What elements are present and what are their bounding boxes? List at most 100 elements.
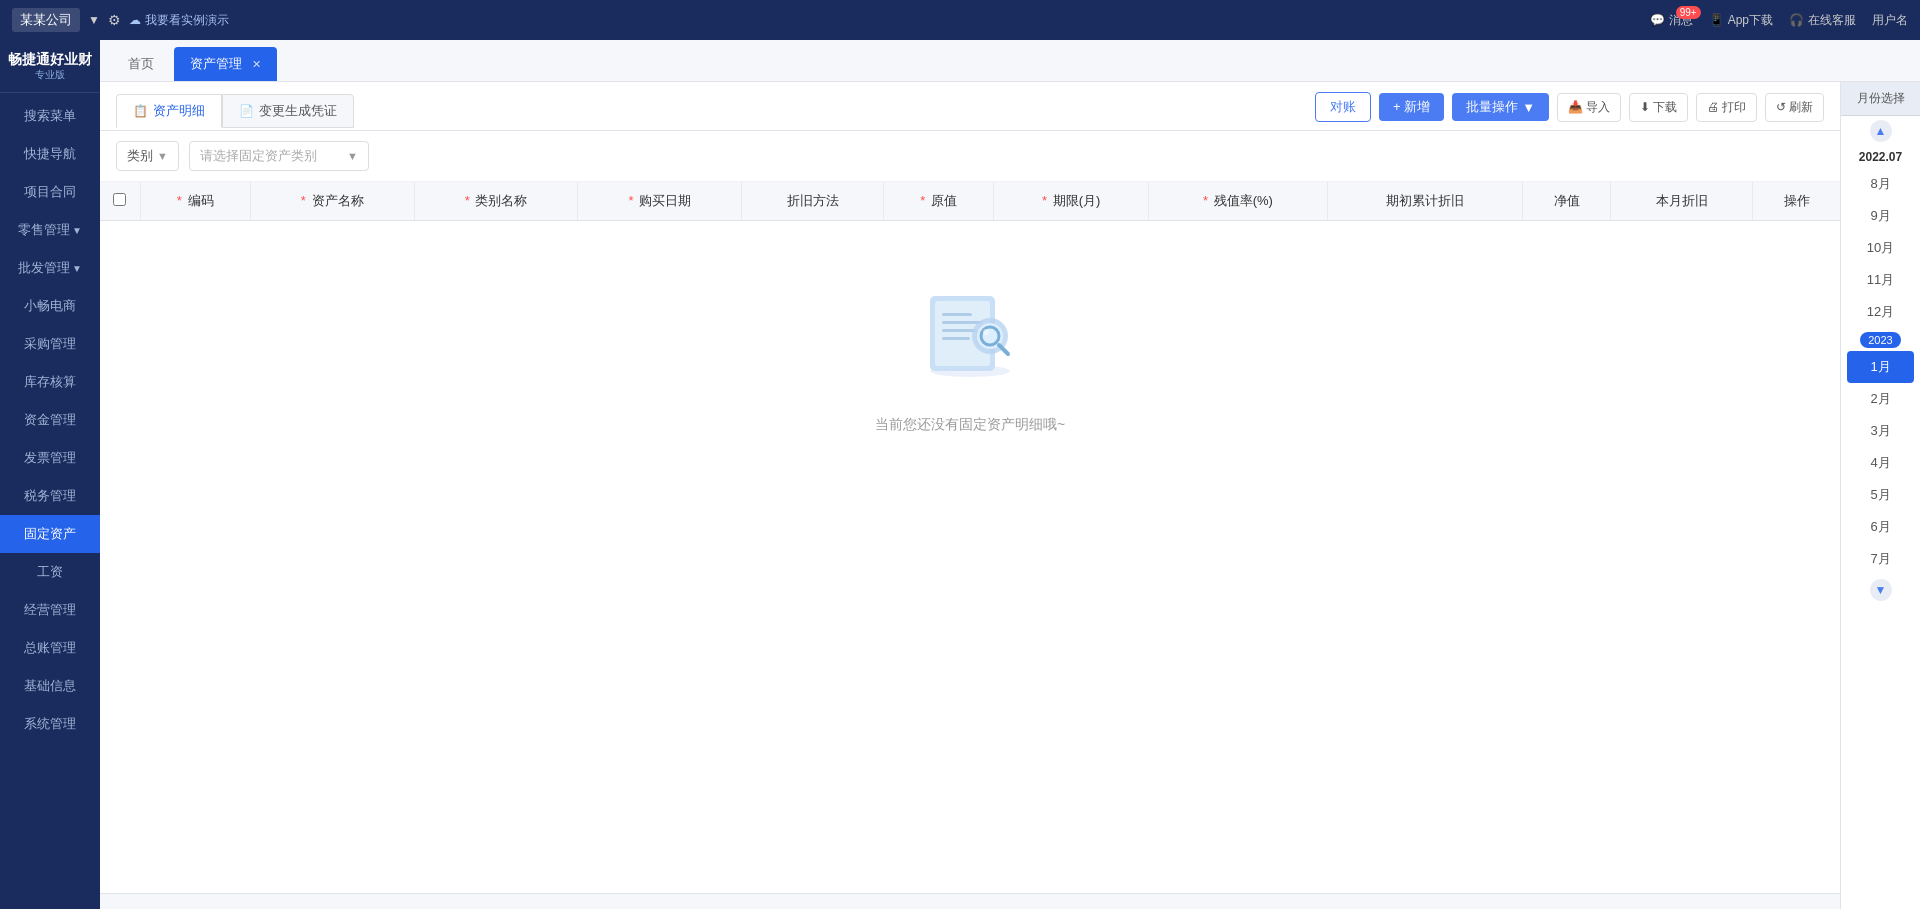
- sidebar-item-salary[interactable]: 工资: [0, 553, 100, 591]
- app-name: 畅捷通好业财: [8, 50, 92, 68]
- th-monthly-label: 本月折旧: [1656, 193, 1708, 208]
- th-purchase-date: * 购买日期: [578, 182, 742, 221]
- user-info[interactable]: 用户名: [1872, 12, 1908, 29]
- th-category-label: 类别名称: [475, 193, 527, 208]
- refresh-icon: ↺: [1776, 100, 1786, 114]
- th-checkbox: [100, 182, 140, 221]
- refresh-button[interactable]: ↺ 刷新: [1765, 93, 1824, 122]
- import-button[interactable]: 📥 导入: [1557, 93, 1621, 122]
- change-voucher-label: 变更生成凭证: [259, 102, 337, 120]
- bottom-bar: [100, 893, 1840, 909]
- category-type-arrow-icon: ▼: [157, 150, 168, 162]
- month-nav-bottom: ▼: [1841, 575, 1920, 605]
- top-bar: 某某公司 ▼ ⚙ ☁ 我要看实例演示 💬 消息 99+ 📱 App下载 🎧 在线…: [0, 0, 1920, 40]
- basic-label: 基础信息: [24, 678, 76, 693]
- month-item-4[interactable]: 4月: [1841, 447, 1920, 479]
- month-item-6[interactable]: 6月: [1841, 511, 1920, 543]
- add-button[interactable]: + 新增: [1379, 93, 1444, 121]
- month-item-1[interactable]: 1月: [1847, 351, 1914, 383]
- tab-home[interactable]: 首页: [112, 47, 170, 81]
- th-name-label: 资产名称: [312, 193, 364, 208]
- empty-state: 当前您还没有固定资产明细哦~: [100, 221, 1840, 494]
- top-bar-right: 💬 消息 99+ 📱 App下载 🎧 在线客服 用户名: [1650, 12, 1908, 29]
- message-button[interactable]: 💬 消息 99+: [1650, 12, 1693, 29]
- select-all-checkbox[interactable]: [113, 193, 126, 206]
- year-2023-badge: 2023: [1860, 332, 1900, 348]
- content-area: 首页 资产管理 ✕ 📋 资产明细 📄: [100, 40, 1920, 909]
- month-nav: ▲: [1841, 116, 1920, 146]
- message-icon: 💬: [1650, 13, 1665, 27]
- top-bar-left: 某某公司 ▼ ⚙ ☁ 我要看实例演示: [12, 8, 229, 32]
- sidebar-item-ledger[interactable]: 总账管理: [0, 629, 100, 667]
- sidebar-item-operations[interactable]: 经营管理: [0, 591, 100, 629]
- sidebar-item-fixed-assets[interactable]: 固定资产: [0, 515, 100, 553]
- batch-arrow-icon: ▼: [1522, 100, 1535, 115]
- sub-tab-change-voucher[interactable]: 📄 变更生成凭证: [222, 94, 354, 128]
- month-item-7[interactable]: 7月: [1841, 543, 1920, 575]
- wholesale-label: 批发管理: [18, 259, 70, 277]
- download-label: 下载: [1653, 99, 1677, 116]
- sidebar-item-project[interactable]: 项目合同: [0, 173, 100, 211]
- sidebar-item-basic[interactable]: 基础信息: [0, 667, 100, 705]
- table-header: * 编码 * 资产名称 * 类别名称: [100, 182, 1840, 221]
- system-label: 系统管理: [24, 716, 76, 731]
- batch-button[interactable]: 批量操作 ▼: [1452, 93, 1549, 121]
- th-category: * 类别名称: [414, 182, 578, 221]
- company-dropdown-icon[interactable]: ▼: [88, 13, 100, 27]
- sidebar-item-inventory[interactable]: 库存核算: [0, 363, 100, 401]
- category-type-select[interactable]: 类别 ▼: [116, 141, 179, 171]
- sub-tab-asset-detail[interactable]: 📋 资产明细: [116, 94, 222, 128]
- svg-rect-4: [942, 321, 982, 324]
- app-download-button[interactable]: 📱 App下载: [1709, 12, 1773, 29]
- settings-icon[interactable]: ⚙: [108, 12, 121, 28]
- month-item-11[interactable]: 11月: [1841, 264, 1920, 296]
- month-next-button[interactable]: ▼: [1870, 579, 1892, 601]
- month-item-12[interactable]: 12月: [1841, 296, 1920, 328]
- download-button[interactable]: ⬇ 下载: [1629, 93, 1688, 122]
- invoice-label: 发票管理: [24, 450, 76, 465]
- demo-link[interactable]: ☁ 我要看实例演示: [129, 12, 229, 29]
- th-original-value-label: 原值: [931, 193, 957, 208]
- tab-close-icon[interactable]: ✕: [252, 58, 261, 70]
- sidebar-item-finance[interactable]: 资金管理: [0, 401, 100, 439]
- month-prev-button[interactable]: ▲: [1870, 120, 1892, 142]
- tab-bar: 首页 资产管理 ✕: [100, 40, 1920, 82]
- sidebar-item-search[interactable]: 搜索菜单: [0, 97, 100, 135]
- month-item-3[interactable]: 3月: [1841, 415, 1920, 447]
- search-menu-label: 搜索菜单: [24, 108, 76, 123]
- asset-table: * 编码 * 资产名称 * 类别名称: [100, 182, 1840, 494]
- print-button[interactable]: 🖨 打印: [1696, 93, 1757, 122]
- tab-asset-management[interactable]: 资产管理 ✕: [174, 47, 277, 81]
- sidebar-item-wholesale[interactable]: 批发管理 ▼: [0, 249, 100, 287]
- sidebar-item-purchase[interactable]: 采购管理: [0, 325, 100, 363]
- sidebar-item-retail[interactable]: 零售管理 ▼: [0, 211, 100, 249]
- th-accumulated-label: 期初累计折旧: [1386, 193, 1464, 208]
- online-service-button[interactable]: 🎧 在线客服: [1789, 12, 1856, 29]
- sidebar-item-tax[interactable]: 税务管理: [0, 477, 100, 515]
- empty-text: 当前您还没有固定资产明细哦~: [875, 416, 1065, 434]
- sidebar-item-ecommerce[interactable]: 小畅电商: [0, 287, 100, 325]
- salary-label: 工资: [37, 564, 63, 579]
- month-item-8[interactable]: 8月: [1841, 168, 1920, 200]
- company-name: 某某公司: [20, 12, 72, 27]
- sidebar-item-quicknav[interactable]: 快捷导航: [0, 135, 100, 173]
- month-item-2[interactable]: 2月: [1841, 383, 1920, 415]
- month-item-5[interactable]: 5月: [1841, 479, 1920, 511]
- tab-asset-label: 资产管理: [190, 56, 242, 71]
- company-selector[interactable]: 某某公司: [12, 8, 80, 32]
- change-voucher-icon: 📄: [239, 104, 254, 118]
- inventory-label: 库存核算: [24, 374, 76, 389]
- month-item-9[interactable]: 9月: [1841, 200, 1920, 232]
- sidebar-item-invoice[interactable]: 发票管理: [0, 439, 100, 477]
- duizhang-button[interactable]: 对账: [1315, 92, 1371, 122]
- th-accumulated-depreciation: 期初累计折旧: [1327, 182, 1522, 221]
- main-layout: 畅捷通好业财 专业版 搜索菜单 快捷导航 项目合同 零售管理 ▼ 批发管理 ▼ …: [0, 40, 1920, 909]
- month-item-10[interactable]: 10月: [1841, 232, 1920, 264]
- sidebar-item-system[interactable]: 系统管理: [0, 705, 100, 743]
- table-header-row: * 编码 * 资产名称 * 类别名称: [100, 182, 1840, 221]
- month-panel: 月份选择 ▲ 2022.07 8月 9月 10月 11月 1: [1840, 82, 1920, 909]
- category-input[interactable]: 请选择固定资产类别 ▼: [189, 141, 369, 171]
- toolbar-right: 对账 + 新增 批量操作 ▼ 📥 导入 ⬇ 下载: [1315, 92, 1824, 130]
- finance-label: 资金管理: [24, 412, 76, 427]
- retail-label: 零售管理: [18, 221, 70, 239]
